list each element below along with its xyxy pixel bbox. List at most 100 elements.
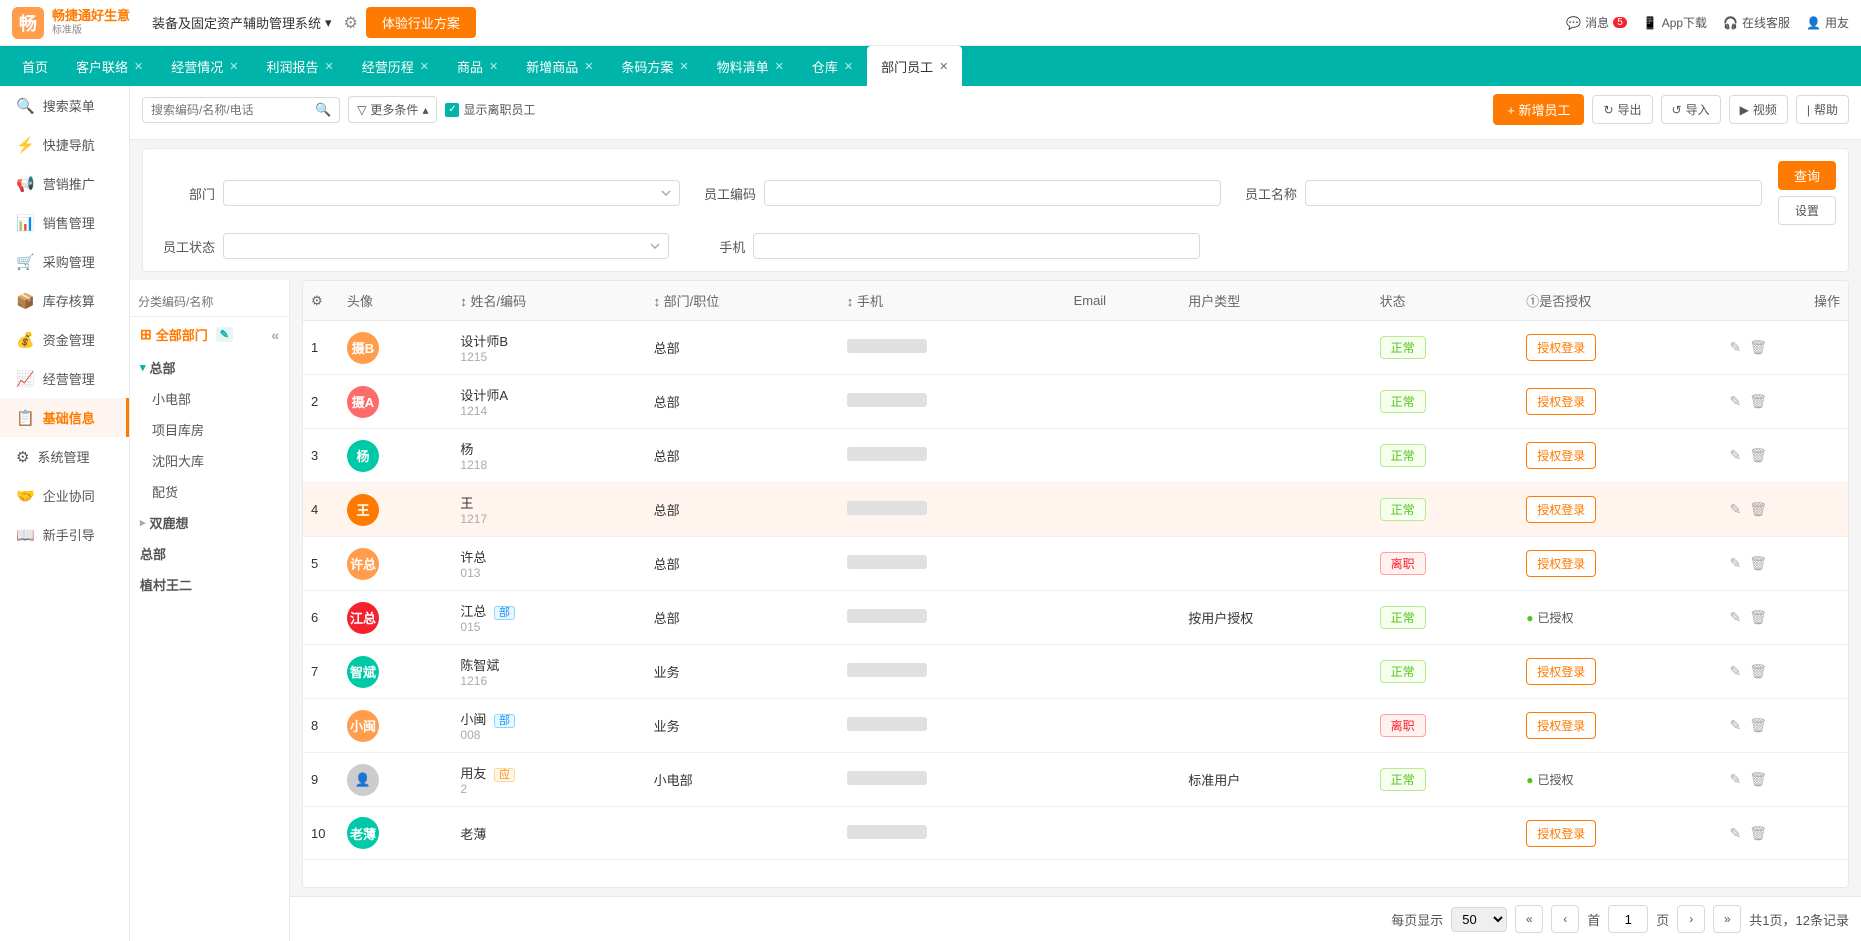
close-icon[interactable]: ✕ (679, 60, 688, 73)
emp-code-input[interactable] (764, 180, 1221, 206)
export-button[interactable]: ↻ 导出 (1592, 95, 1652, 124)
delete-icon[interactable]: 🗑 (1749, 609, 1767, 626)
col-name-code[interactable]: ↕ 姓名/编码 (452, 281, 645, 321)
nav-warehouse[interactable]: 仓库✕ (798, 46, 867, 86)
first-page-btn[interactable]: « (1515, 905, 1543, 933)
edit-icon[interactable]: ✎ (1729, 447, 1741, 464)
edit-dept-icon[interactable]: ✎ (216, 327, 233, 342)
dept-node-peihuo[interactable]: 配货 (130, 476, 289, 507)
edit-icon[interactable]: ✎ (1729, 501, 1741, 518)
app-download-button[interactable]: 📱 App下载 (1643, 14, 1707, 31)
nav-journey[interactable]: 经营历程✕ (348, 46, 443, 86)
next-page-btn[interactable]: › (1677, 905, 1705, 933)
search-input[interactable] (151, 103, 311, 117)
system-title-select[interactable]: 装备及固定资产辅助管理系统 ▾ (152, 13, 332, 32)
sidebar-item-operations[interactable]: 📈 经营管理 (0, 359, 129, 398)
delete-icon[interactable]: 🗑 (1749, 447, 1767, 464)
sidebar-item-purchase[interactable]: 🛒 采购管理 (0, 242, 129, 281)
last-page-btn[interactable]: » (1713, 905, 1741, 933)
import-button[interactable]: ↺ 导入 (1661, 95, 1721, 124)
delete-icon[interactable]: 🗑 (1749, 717, 1767, 734)
delete-icon[interactable]: 🗑 (1749, 771, 1767, 788)
close-icon[interactable]: ✕ (420, 60, 429, 73)
auth-login-button[interactable]: 授权登录 (1526, 496, 1596, 523)
nav-home[interactable]: 首页 (8, 46, 62, 86)
delete-icon[interactable]: 🗑 (1749, 393, 1767, 410)
collapse-dept-icon[interactable]: « (271, 327, 279, 343)
edit-icon[interactable]: ✎ (1729, 771, 1741, 788)
dept-node-xiaodibu[interactable]: 小电部 (130, 383, 289, 414)
online-service-button[interactable]: 🎧 在线客服 (1723, 14, 1790, 31)
nav-business[interactable]: 经营情况✕ (157, 46, 252, 86)
more-filter-btn[interactable]: ▽ 更多条件 ▴ (348, 96, 437, 123)
nav-department[interactable]: 部门员工✕ (867, 46, 962, 86)
edit-icon[interactable]: ✎ (1729, 663, 1741, 680)
sidebar-item-finance[interactable]: 💰 资金管理 (0, 320, 129, 359)
dept-node-project[interactable]: 项目库房 (130, 414, 289, 445)
emp-name-input[interactable] (1305, 180, 1762, 206)
dept-search-input[interactable] (138, 295, 290, 309)
auth-login-button[interactable]: 授权登录 (1526, 712, 1596, 739)
auth-login-button[interactable]: 授权登录 (1526, 388, 1596, 415)
col-settings[interactable]: ⚙ (303, 281, 339, 321)
sidebar-item-quicknav[interactable]: ⚡ 快捷导航 (0, 125, 129, 164)
emp-status-select[interactable] (223, 233, 669, 259)
edit-icon[interactable]: ✎ (1729, 609, 1741, 626)
dept-node-zongbu2[interactable]: 总部 (130, 538, 289, 569)
auth-login-button[interactable]: 授权登录 (1526, 334, 1596, 361)
nav-customer[interactable]: 客户联络✕ (62, 46, 157, 86)
col-dept-pos[interactable]: ↕ 部门/职位 (646, 281, 839, 321)
col-phone[interactable]: ↕ 手机 (839, 281, 1066, 321)
nav-profit[interactable]: 利润报告✕ (252, 46, 347, 86)
close-icon[interactable]: ✕ (134, 60, 143, 73)
close-icon[interactable]: ✕ (939, 60, 948, 73)
delete-icon[interactable]: 🗑 (1749, 825, 1767, 842)
nav-goods[interactable]: 商品✕ (443, 46, 512, 86)
close-icon[interactable]: ✕ (844, 60, 853, 73)
delete-icon[interactable]: 🗑 (1749, 501, 1767, 518)
dept-node-shuanglu[interactable]: ▸ 双鹿想 (130, 507, 289, 538)
auth-login-button[interactable]: 授权登录 (1526, 658, 1596, 685)
sidebar-item-system[interactable]: ⚙ 系统管理 (0, 437, 129, 476)
dept-node-zhicun[interactable]: 植村王二 (130, 569, 289, 600)
user-profile[interactable]: 👤 用友 (1806, 14, 1849, 31)
nav-bom[interactable]: 物料清单✕ (703, 46, 798, 86)
phone-input[interactable] (753, 233, 1199, 259)
per-page-select[interactable]: 50 20 100 (1451, 907, 1507, 932)
sidebar-item-sales[interactable]: 📊 销售管理 (0, 203, 129, 242)
sidebar-item-inventory[interactable]: 📦 库存核算 (0, 281, 129, 320)
auth-login-button[interactable]: 授权登录 (1526, 820, 1596, 847)
reset-button[interactable]: 设置 (1778, 196, 1836, 225)
dept-node-shenyang[interactable]: 沈阳大库 (130, 445, 289, 476)
query-button[interactable]: 查询 (1778, 161, 1836, 190)
delete-icon[interactable]: 🗑 (1749, 339, 1767, 356)
help-button[interactable]: | 帮助 (1796, 95, 1849, 124)
messages-button[interactable]: 💬 消息 5 (1566, 14, 1627, 31)
dept-node-zongbu[interactable]: ▾ 总部 (130, 352, 289, 383)
close-icon[interactable]: ✕ (229, 60, 238, 73)
gear-button[interactable]: ⚙ (344, 13, 358, 33)
sidebar-item-basic-info[interactable]: 📋 基础信息 (0, 398, 129, 437)
edit-icon[interactable]: ✎ (1729, 717, 1741, 734)
close-icon[interactable]: ✕ (489, 60, 498, 73)
experience-button[interactable]: 体验行业方案 (366, 7, 476, 38)
page-number-input[interactable] (1608, 905, 1648, 933)
edit-icon[interactable]: ✎ (1729, 555, 1741, 572)
close-icon[interactable]: ✕ (325, 60, 334, 73)
video-button[interactable]: ▶ 视频 (1729, 95, 1788, 124)
dept-all-depts[interactable]: ⊞ 全部部门 ✎ « (130, 317, 289, 352)
nav-barcode[interactable]: 条码方案✕ (607, 46, 702, 86)
edit-icon[interactable]: ✎ (1729, 393, 1741, 410)
sidebar-item-marketing[interactable]: 📢 营销推广 (0, 164, 129, 203)
sidebar-item-search[interactable]: 🔍 搜索菜单 (0, 86, 129, 125)
sidebar-item-collab[interactable]: 🤝 企业协同 (0, 476, 129, 515)
auth-login-button[interactable]: 授权登录 (1526, 442, 1596, 469)
close-icon[interactable]: ✕ (584, 60, 593, 73)
dept-select[interactable] (223, 180, 680, 206)
show-inactive-toggle[interactable]: ✓ 显示离职员工 (445, 101, 535, 118)
auth-login-button[interactable]: 授权登录 (1526, 550, 1596, 577)
add-employee-button[interactable]: + 新增员工 (1493, 94, 1584, 125)
edit-icon[interactable]: ✎ (1729, 339, 1741, 356)
nav-add-goods[interactable]: 新增商品✕ (512, 46, 607, 86)
close-icon[interactable]: ✕ (775, 60, 784, 73)
